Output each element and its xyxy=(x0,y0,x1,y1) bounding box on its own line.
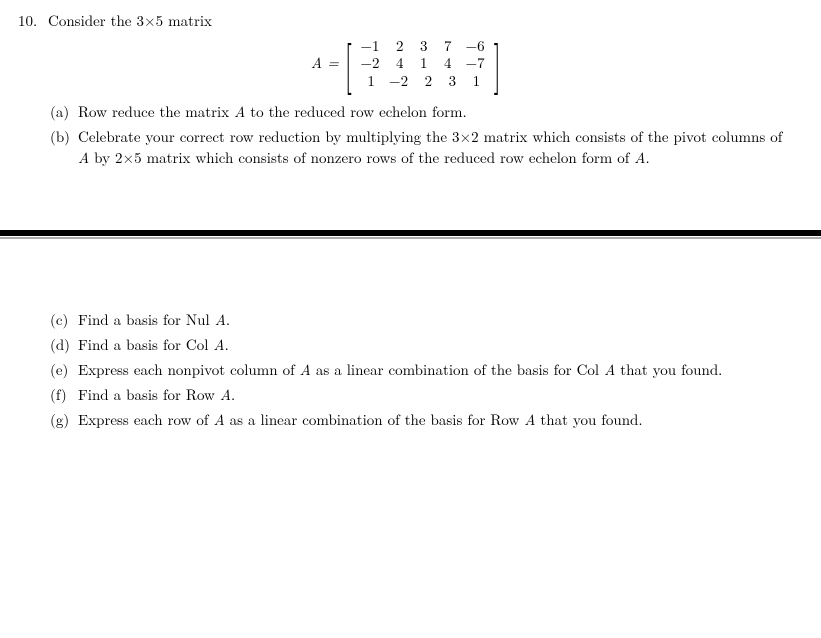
matrix-row: 1 −2 2 3 1 xyxy=(353,72,491,89)
part-label: (c) xyxy=(50,309,78,330)
part-label: (g) xyxy=(50,409,78,430)
part-c: (c) Find a basis for Nul A. xyxy=(50,309,793,330)
right-bracket-icon: ] xyxy=(493,35,500,91)
part-label: (f) xyxy=(50,384,78,405)
part-text: Express each nonpivot column of A as a l… xyxy=(78,359,793,380)
matrix-cell: 4 xyxy=(387,54,411,71)
matrix-cell: 1 xyxy=(463,72,487,89)
part-label: (b) xyxy=(50,126,78,147)
part-label: (a) xyxy=(50,101,78,122)
matrix-cell: −7 xyxy=(459,54,492,71)
part-label: (e) xyxy=(50,359,78,380)
matrix-cell: 1 xyxy=(411,54,435,71)
left-bracket-icon: [ xyxy=(344,35,351,91)
matrix: [ −1 2 3 7 −6 −2 4 1 4 −7 xyxy=(345,35,500,91)
sub-parts-group-2: (c) Find a basis for Nul A. (d) Find a b… xyxy=(50,309,793,430)
part-text: Celebrate your correct row reduction by … xyxy=(78,126,793,168)
problem-number: 10. xyxy=(18,10,48,31)
page-divider xyxy=(0,230,821,239)
part-g: (g) Express each row of A as a linear co… xyxy=(50,409,793,430)
matrix-row: −2 4 1 4 −7 xyxy=(353,54,491,71)
matrix-cell: 2 xyxy=(415,72,439,89)
part-f: (f) Find a basis for Row A. xyxy=(50,384,793,405)
problem-header: 10. Consider the 3×5 matrix xyxy=(18,10,793,31)
part-e: (e) Express each nonpivot column of A as… xyxy=(50,359,793,380)
part-text: Express each row of A as a linear combin… xyxy=(78,409,793,430)
matrix-content: −1 2 3 7 −6 −2 4 1 4 −7 1 xyxy=(351,35,493,91)
problem-intro: Consider the 3×5 matrix xyxy=(48,10,212,31)
part-text: Find a basis for Col A. xyxy=(78,334,793,355)
matrix-cell: 3 xyxy=(439,72,463,89)
divider-line xyxy=(0,230,821,236)
matrix-cell: 1 xyxy=(358,72,382,89)
matrix-cell: 4 xyxy=(435,54,459,71)
page-section-2: (c) Find a basis for Nul A. (d) Find a b… xyxy=(0,309,821,430)
divider-shadow xyxy=(0,237,821,239)
part-d: (d) Find a basis for Col A. xyxy=(50,334,793,355)
page-section-1: 10. Consider the 3×5 matrix A = [ −1 2 3… xyxy=(0,0,821,168)
part-text: Find a basis for Row A. xyxy=(78,384,793,405)
part-a: (a) Row reduce the matrix A to the reduc… xyxy=(50,101,793,122)
part-text: Row reduce the matrix A to the reduced r… xyxy=(78,101,793,122)
part-label: (d) xyxy=(50,334,78,355)
part-b: (b) Celebrate your correct row reduction… xyxy=(50,126,793,168)
matrix-cell: −2 xyxy=(353,54,386,71)
matrix-display: A = [ −1 2 3 7 −6 −2 4 1 4 xyxy=(18,35,793,91)
matrix-label: A = xyxy=(311,52,339,73)
part-text: Find a basis for Nul A. xyxy=(78,309,793,330)
matrix-cell: −2 xyxy=(382,72,415,89)
sub-parts-group-1: (a) Row reduce the matrix A to the reduc… xyxy=(50,101,793,168)
